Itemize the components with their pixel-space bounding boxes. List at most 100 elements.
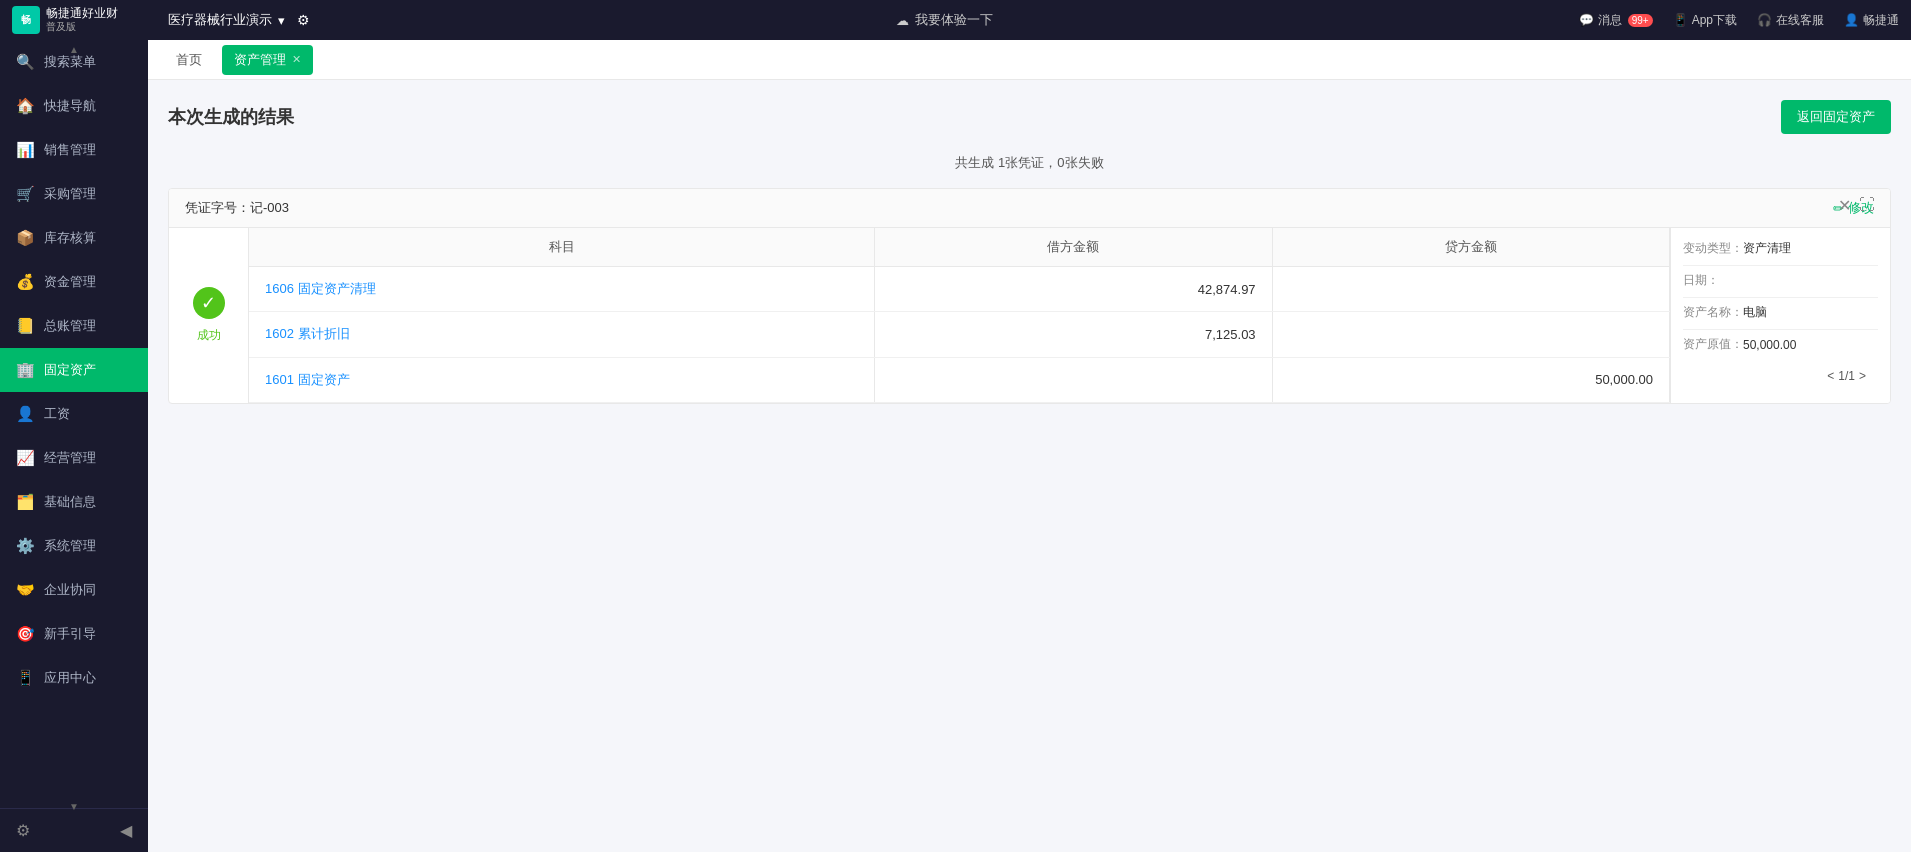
- pagination: < 1/1 >: [1683, 361, 1878, 391]
- user-area[interactable]: 👤 畅捷通: [1844, 12, 1899, 29]
- sidebar-settings-icon[interactable]: ⚙: [16, 821, 30, 840]
- page-content: 本次生成的结果 返回固定资产 共生成 1张凭证，0张失败 凭证字号：记-003 …: [148, 80, 1911, 852]
- side-info-panel: 变动类型： 资产清理 日期： 资产名称： 电脑: [1670, 228, 1890, 403]
- sidebar-item-enterprise[interactable]: 🤝 企业协同: [0, 568, 148, 612]
- summary-text: 共生成 1张凭证，0张失败: [955, 155, 1103, 170]
- sidebar-item-system[interactable]: ⚙️ 系统管理: [0, 524, 148, 568]
- sidebar-item-quick-nav[interactable]: 🏠 快捷导航: [0, 84, 148, 128]
- tab-home[interactable]: 首页: [164, 45, 214, 75]
- sidebar-label-fixed-assets: 固定资产: [44, 361, 96, 379]
- purchase-icon: 🛒: [16, 185, 34, 203]
- success-text: 成功: [197, 327, 221, 344]
- experience-button[interactable]: ☁ 我要体验一下: [896, 11, 993, 29]
- message-button[interactable]: 💬 消息 99: [1579, 12, 1653, 29]
- tab-asset-mgmt[interactable]: 资产管理 ✕: [222, 45, 313, 75]
- next-page-btn[interactable]: >: [1859, 369, 1866, 383]
- message-icon: 💬: [1579, 13, 1594, 27]
- company-selector[interactable]: 医疗器械行业演示 ▾ ⚙: [168, 11, 310, 29]
- row3-credit: 50,000.00: [1272, 357, 1669, 402]
- page-title: 本次生成的结果: [168, 105, 294, 129]
- cloud-icon: ☁: [896, 13, 909, 28]
- row3-debit: [875, 357, 1272, 402]
- sidebar-bottom: ⚙ ◀: [0, 808, 148, 852]
- success-cell: ✓ 成功: [169, 228, 249, 403]
- header-middle: ☁ 我要体验一下: [310, 11, 1579, 29]
- guide-icon: 🎯: [16, 625, 34, 643]
- sidebar-label-payroll: 工资: [44, 405, 70, 423]
- close-panel-button[interactable]: ✕: [1838, 196, 1851, 215]
- divider3: [1683, 329, 1878, 330]
- sidebar-item-ledger[interactable]: 📒 总账管理: [0, 304, 148, 348]
- col-credit: 贷方金额: [1272, 228, 1669, 267]
- sidebar-item-sales[interactable]: 📊 销售管理: [0, 128, 148, 172]
- sidebar-item-payroll[interactable]: 👤 工资: [0, 392, 148, 436]
- sidebar-collapse-icon[interactable]: ◀: [120, 821, 132, 840]
- change-type-label: 变动类型：: [1683, 240, 1743, 257]
- page-title-bar: 本次生成的结果 返回固定资产: [168, 100, 1891, 134]
- row1-credit: [1272, 267, 1669, 312]
- sidebar-item-ops[interactable]: 📈 经营管理: [0, 436, 148, 480]
- sidebar-item-funds[interactable]: 💰 资金管理: [0, 260, 148, 304]
- row3-subject: 1601 固定资产: [249, 357, 875, 402]
- voucher-header: 凭证字号：记-003 ✏ 修改: [169, 189, 1890, 228]
- col-debit: 借方金额: [875, 228, 1272, 267]
- ledger-icon: 📒: [16, 317, 34, 335]
- sidebar-scroll-up[interactable]: ▲: [69, 44, 79, 55]
- funds-icon: 💰: [16, 273, 34, 291]
- experience-label: 我要体验一下: [915, 11, 993, 29]
- main-layout: ▲ 🔍 搜索菜单 🏠 快捷导航 📊 销售管理 🛒 采购管理 📦 库存核算 💰 资…: [0, 40, 1911, 852]
- message-badge: 99: [1628, 14, 1653, 27]
- online-service-button[interactable]: 🎧 在线客服: [1757, 12, 1824, 29]
- sidebar-scroll-down[interactable]: ▼: [69, 801, 79, 812]
- tab-close-icon[interactable]: ✕: [292, 53, 301, 66]
- service-icon: 🎧: [1757, 13, 1772, 27]
- app-download-button[interactable]: 📱 App下载: [1673, 12, 1737, 29]
- asset-name-value: 电脑: [1743, 304, 1767, 321]
- header-right: 💬 消息 99 📱 App下载 🎧 在线客服 👤 畅捷通: [1579, 12, 1899, 29]
- page-info: 1/1: [1838, 369, 1855, 383]
- logo-sub: 普及版: [46, 20, 118, 34]
- table-row: 1601 固定资产 50,000.00: [249, 357, 1670, 402]
- sidebar-label-ops: 经营管理: [44, 449, 96, 467]
- settings-icon[interactable]: ⚙: [297, 12, 310, 28]
- sidebar-item-inventory[interactable]: 📦 库存核算: [0, 216, 148, 260]
- company-name: 医疗器械行业演示: [168, 11, 272, 29]
- sidebar-item-guide[interactable]: 🎯 新手引导: [0, 612, 148, 656]
- float-btns: ✕ ⛶: [1822, 188, 1891, 223]
- date-row: 日期：: [1683, 272, 1878, 289]
- asset-name-label: 资产名称：: [1683, 304, 1743, 321]
- sidebar-label-basics: 基础信息: [44, 493, 96, 511]
- system-icon: ⚙️: [16, 537, 34, 555]
- prev-page-btn[interactable]: <: [1827, 369, 1834, 383]
- return-button[interactable]: 返回固定资产: [1781, 100, 1891, 134]
- table-row: 1602 累计折旧 7,125.03: [249, 312, 1670, 357]
- divider2: [1683, 297, 1878, 298]
- success-icon: ✓: [193, 287, 225, 319]
- sidebar-item-fixed-assets[interactable]: 🏢 固定资产: [0, 348, 148, 392]
- search-icon: 🔍: [16, 53, 34, 71]
- message-label: 消息: [1598, 12, 1622, 29]
- sidebar-label-ledger: 总账管理: [44, 317, 96, 335]
- expand-panel-button[interactable]: ⛶: [1859, 196, 1875, 215]
- payroll-icon: 👤: [16, 405, 34, 423]
- change-type-value: 资产清理: [1743, 240, 1791, 257]
- sidebar-label-inventory: 库存核算: [44, 229, 96, 247]
- row2-debit: 7,125.03: [875, 312, 1272, 357]
- summary-bar: 共生成 1张凭证，0张失败: [168, 154, 1891, 172]
- avatar-icon: 👤: [1844, 13, 1859, 27]
- download-icon: 📱: [1673, 13, 1688, 27]
- tab-bar: 首页 资产管理 ✕: [148, 40, 1911, 80]
- table-row: 1606 固定资产清理 42,874.97: [249, 267, 1670, 312]
- voucher-container: 凭证字号：记-003 ✏ 修改 ✓ 成功: [168, 188, 1891, 404]
- home-icon: 🏠: [16, 97, 34, 115]
- sidebar-item-purchase[interactable]: 🛒 采购管理: [0, 172, 148, 216]
- app-download-label: App下载: [1692, 12, 1737, 29]
- sidebar-label-quick-nav: 快捷导航: [44, 97, 96, 115]
- sidebar-label-funds: 资金管理: [44, 273, 96, 291]
- user-name: 畅捷通: [1863, 12, 1899, 29]
- voucher-table: 科目 借方金额 贷方金额 1606 固定资产清理 42,874.97: [249, 228, 1670, 403]
- sidebar-label-guide: 新手引导: [44, 625, 96, 643]
- sidebar-item-basics[interactable]: 🗂️ 基础信息: [0, 480, 148, 524]
- sidebar-item-app-center[interactable]: 📱 应用中心: [0, 656, 148, 700]
- chevron-down-icon: ▾: [278, 13, 285, 28]
